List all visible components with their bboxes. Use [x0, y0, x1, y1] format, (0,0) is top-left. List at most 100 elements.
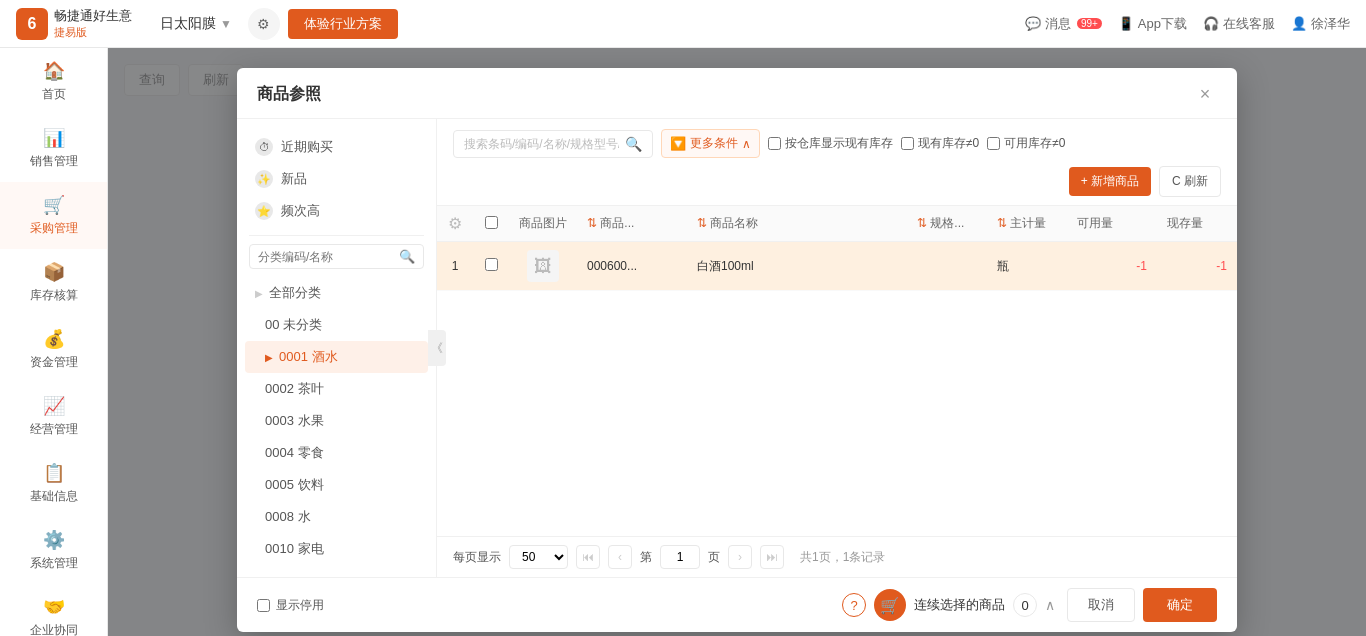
cat-drinks[interactable]: 0005 饮料 [245, 469, 428, 501]
product-table: ⚙ 商品图片 [437, 206, 1237, 291]
prev-page-button[interactable]: ‹ [608, 545, 632, 569]
cat-unclassified[interactable]: 00 未分类 [245, 309, 428, 341]
quick-link-frequent[interactable]: ⭐ 频次高 [245, 195, 428, 227]
help-button[interactable]: ? [842, 593, 866, 617]
check-warehouse-display[interactable]: 按仓库显示现有库存 [768, 135, 893, 152]
basicinfo-icon: 📋 [43, 462, 65, 484]
quick-link-recent[interactable]: ⏱ 近期购买 [245, 131, 428, 163]
new-icon: ✨ [255, 170, 273, 188]
sales-icon: 📊 [43, 127, 65, 149]
refresh-button[interactable]: C 刷新 [1159, 166, 1221, 197]
cat-tea[interactable]: 0002 茶叶 [245, 373, 428, 405]
message-icon: 💬 [1025, 16, 1041, 31]
row-code: 000600... [577, 242, 687, 291]
modal-close-button[interactable]: × [1193, 82, 1217, 106]
select-all-checkbox[interactable] [485, 216, 498, 229]
product-search-icon[interactable]: 🔍 [625, 136, 642, 152]
logo-icon: 6 [16, 8, 48, 40]
sidebar-item-inventory[interactable]: 📦 库存核算 [0, 249, 107, 316]
sort-icon-name: ⇅ [697, 216, 707, 230]
category-search[interactable]: 🔍 [249, 244, 424, 269]
sidebar-item-basic-info[interactable]: 📋 基础信息 [0, 450, 107, 517]
page-number-input[interactable] [660, 545, 700, 569]
trial-button[interactable]: 体验行业方案 [288, 9, 398, 39]
category-search-icon[interactable]: 🔍 [399, 249, 415, 264]
warehouse-display-checkbox[interactable] [768, 137, 781, 150]
store-selector[interactable]: 日太阳膜 ▼ [152, 11, 240, 37]
show-disabled-checkbox[interactable]: 显示停用 [257, 597, 324, 614]
sidebar-item-purchase[interactable]: 🛒 采购管理 [0, 182, 107, 249]
page-word: 第 [640, 549, 652, 566]
page-size-select[interactable]: 50 10 20 100 [509, 545, 568, 569]
th-checkbox [473, 206, 509, 242]
quick-links: ⏱ 近期购买 ✨ 新品 ⭐ 频次高 [237, 131, 436, 227]
app-download-button[interactable]: 📱 App下载 [1118, 15, 1187, 33]
add-product-button[interactable]: + 新增商品 [1069, 167, 1151, 196]
online-service-button[interactable]: 🎧 在线客服 [1203, 15, 1275, 33]
wine-arrow: ▶ [265, 352, 273, 363]
sidebar-item-home[interactable]: 🏠 首页 [0, 48, 107, 115]
category-tree: ▶ 全部分类 00 未分类 ▶ 0001 酒水 0002 茶 [237, 277, 436, 565]
more-filter-button[interactable]: 🔽 更多条件 ∧ [661, 129, 760, 158]
row-checkbox[interactable] [473, 242, 509, 291]
sort-icon-unit: ⇅ [997, 216, 1007, 230]
last-page-button[interactable]: ⏭ [760, 545, 784, 569]
sidebar-item-finance[interactable]: 💰 资金管理 [0, 316, 107, 383]
content-area: 查询 刷新 商品参照 × ⏱ [108, 48, 1366, 636]
cat-appliance[interactable]: 0010 家电 [245, 533, 428, 565]
collapse-panel-button[interactable]: 《 [428, 330, 446, 366]
inventory-icon: 📦 [43, 261, 65, 283]
product-search-input[interactable] [464, 137, 619, 151]
messages-button[interactable]: 💬 消息 99+ [1025, 15, 1102, 33]
sidebar-item-enterprise[interactable]: 🤝 企业协同 [0, 584, 107, 636]
row-stock: -1 [1157, 242, 1237, 291]
check-available-not-zero[interactable]: 现有库存≠0 [901, 135, 979, 152]
cat-snacks[interactable]: 0004 零食 [245, 437, 428, 469]
product-search-box[interactable]: 🔍 [453, 130, 653, 158]
quick-link-new[interactable]: ✨ 新品 [245, 163, 428, 195]
usable-not-zero-checkbox[interactable] [987, 137, 1000, 150]
page-word2: 页 [708, 549, 720, 566]
next-page-button[interactable]: › [728, 545, 752, 569]
cat-wine[interactable]: ▶ 0001 酒水 [245, 341, 428, 373]
row-select-checkbox[interactable] [485, 258, 498, 271]
th-product-name: ⇅ 商品名称 [687, 206, 907, 242]
cat-fruit[interactable]: 0003 水果 [245, 405, 428, 437]
product-toolbar: 🔍 🔽 更多条件 ∧ 按仓库显示现有库存 [437, 119, 1237, 206]
cancel-button[interactable]: 取消 [1067, 588, 1135, 622]
category-search-input[interactable] [258, 250, 395, 264]
nav-right-area: 💬 消息 99+ 📱 App下载 🎧 在线客服 👤 徐泽华 [1025, 15, 1350, 33]
sidebar-item-operations[interactable]: 📈 经营管理 [0, 383, 107, 450]
table-row[interactable]: 1 🖼 [437, 242, 1237, 291]
cat-water[interactable]: 0008 水 [245, 501, 428, 533]
th-product-image: 商品图片 [509, 206, 577, 242]
sidebar-item-sales[interactable]: 📊 销售管理 [0, 115, 107, 182]
confirm-button[interactable]: 确定 [1143, 588, 1217, 622]
store-dropdown-arrow: ▼ [220, 17, 232, 31]
logo-area: 6 畅捷通好生意 捷易版 [16, 7, 132, 40]
cat-all[interactable]: ▶ 全部分类 [245, 277, 428, 309]
sidebar-item-system[interactable]: ⚙️ 系统管理 [0, 517, 107, 584]
user-avatar[interactable]: 👤 徐泽华 [1291, 15, 1350, 33]
finance-icon: 💰 [43, 328, 65, 350]
row-name: 白酒100ml [687, 242, 907, 291]
available-not-zero-checkbox[interactable] [901, 137, 914, 150]
first-page-button[interactable]: ⏮ [576, 545, 600, 569]
product-reference-modal: 商品参照 × ⏱ 近期购买 ✨ [237, 68, 1237, 632]
table-body: 1 🖼 [437, 242, 1237, 291]
filter-icon: 🔽 [670, 136, 686, 151]
operations-icon: 📈 [43, 395, 65, 417]
disabled-checkbox[interactable] [257, 599, 270, 612]
page-total-info: 共1页，1条记录 [800, 549, 885, 566]
settings-button[interactable]: ⚙ [248, 8, 280, 40]
toolbar-right-actions: + 新增商品 C 刷新 [1069, 166, 1221, 197]
category-divider [249, 235, 424, 236]
check-usable-not-zero[interactable]: 可用库存≠0 [987, 135, 1065, 152]
app-icon: 📱 [1118, 16, 1134, 31]
cart-button[interactable]: 🛒 [874, 589, 906, 621]
footer-action-buttons: 取消 确定 [1067, 588, 1217, 622]
row-num: 1 [437, 242, 473, 291]
cart-chevron[interactable]: ∧ [1045, 597, 1055, 613]
table-settings-icon[interactable]: ⚙ [448, 215, 462, 232]
sidebar: 🏠 首页 📊 销售管理 🛒 采购管理 📦 库存核算 💰 资金管理 📈 经营管理 … [0, 48, 108, 636]
